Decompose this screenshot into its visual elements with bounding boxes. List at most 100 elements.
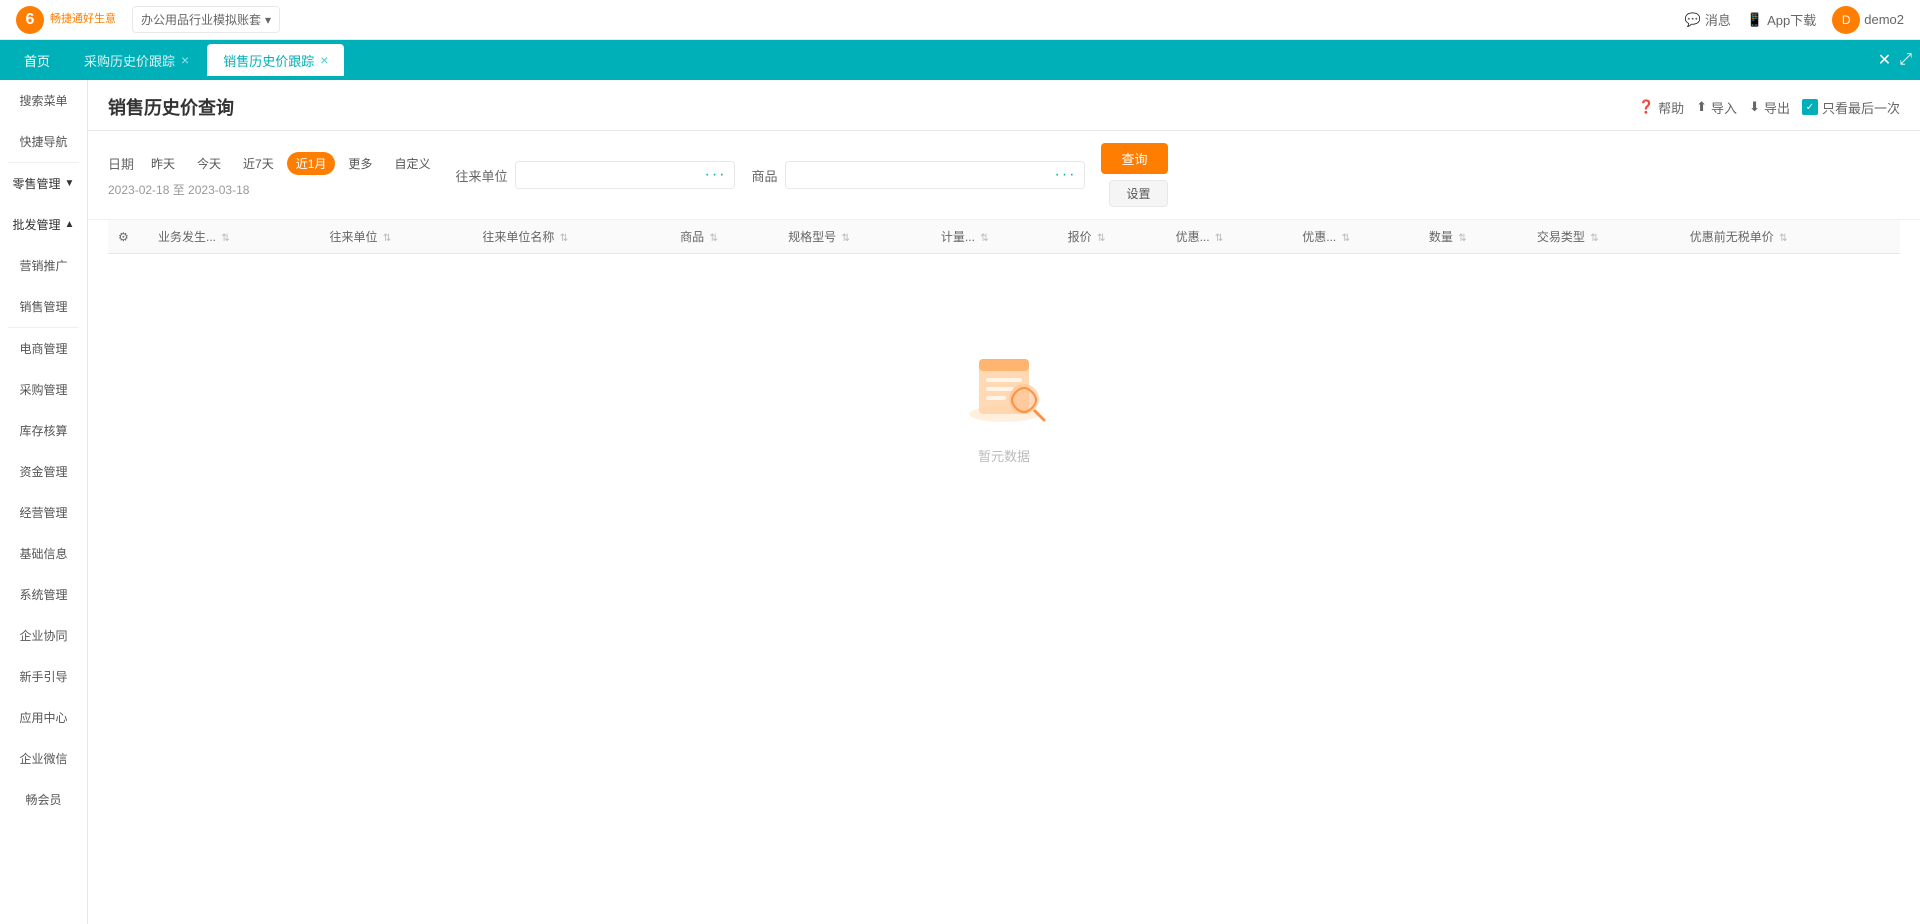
only-last-checkbox[interactable]: ✓ — [1802, 99, 1818, 115]
quick-nav-label: 快捷导航 — [19, 135, 67, 149]
product-label: 商品 — [751, 166, 777, 185]
sort-trade-type-icon[interactable]: ⇅ — [1590, 233, 1598, 244]
partner-code-label: 往来单位 — [330, 230, 378, 244]
date-filter-label: 日期 — [108, 154, 134, 173]
import-btn[interactable]: ⬆ 导入 — [1696, 98, 1737, 117]
unit-label: 计量... — [941, 230, 975, 244]
filter-bar: 日期 昨天 今天 近7天 近1月 更多 自定义 2023-02-18 至 202… — [88, 131, 1920, 220]
sidebar-item-inventory-audit[interactable]: 库存核算 — [0, 410, 87, 451]
custom-btn[interactable]: 自定义 — [385, 152, 439, 175]
filter-action-btns: 查询 设置 — [1101, 143, 1167, 207]
quote-price-label: 报价 — [1068, 230, 1092, 244]
top-bar-right: 💬 消息 📱 App下载 D demo2 — [1685, 6, 1904, 34]
export-btn[interactable]: ⬇ 导出 — [1749, 98, 1790, 117]
close-tab-sales-icon[interactable]: × — [320, 52, 328, 68]
sidebar-item-new-guide[interactable]: 新手引导 — [0, 656, 87, 697]
pretax-price-col-header[interactable]: 优惠前无税单价 ⇅ — [1680, 220, 1900, 254]
today-btn[interactable]: 今天 — [188, 152, 230, 175]
discount2-col-header[interactable]: 优惠... ⇅ — [1292, 220, 1419, 254]
last1month-btn[interactable]: 近1月 — [287, 152, 336, 175]
sidebar-item-wholesale-mgmt[interactable]: 批发管理 ▲ — [0, 204, 87, 245]
only-last-toggle[interactable]: ✓ 只看最后一次 — [1802, 98, 1900, 117]
partner-label: 往来单位 — [455, 166, 507, 185]
sidebar-item-operation-mgmt[interactable]: 经营管理 — [0, 492, 87, 533]
trade-type-col-header[interactable]: 交易类型 ⇅ — [1527, 220, 1680, 254]
sidebar-item-retail-mgmt[interactable]: 零售管理 ▼ — [0, 163, 87, 204]
sort-biz-date-icon[interactable]: ⇅ — [221, 233, 229, 244]
sidebar-item-enterprise-wechat[interactable]: 企业微信 — [0, 738, 87, 779]
sort-partner-name-icon[interactable]: ⇅ — [560, 233, 568, 244]
settings-col-header[interactable]: ⚙ — [108, 220, 148, 254]
settings-button[interactable]: 设置 — [1109, 180, 1167, 207]
close-tab-purchase-icon[interactable]: × — [181, 52, 189, 68]
qty-col-header[interactable]: 数量 ⇅ — [1419, 220, 1527, 254]
sort-product-icon[interactable]: ⇅ — [709, 233, 717, 244]
table-container: ⚙ 业务发生... ⇅ 往来单位 ⇅ 往来单位名称 ⇅ — [88, 220, 1920, 565]
chevron-up-wholesale-icon: ▲ — [65, 219, 75, 230]
close-all-tabs-icon[interactable]: ✕ — [1878, 50, 1891, 70]
main-layout: 搜索菜单 快捷导航 零售管理 ▼ 批发管理 ▲ 营销推广 销售管理 电商管理 采… — [0, 80, 1920, 924]
ecommerce-mgmt-label: 电商管理 — [19, 342, 67, 356]
chevron-down-retail-icon: ▼ — [65, 178, 75, 189]
biz-date-col-header[interactable]: 业务发生... ⇅ — [148, 220, 320, 254]
trade-type-label: 交易类型 — [1537, 230, 1585, 244]
partner-ellipsis-icon: ··· — [704, 166, 726, 184]
tab-sales-history[interactable]: 销售历史价跟踪 × — [207, 44, 344, 76]
sidebar-item-search-menu[interactable]: 搜索菜单 — [0, 80, 87, 121]
top-bar-left: 6 畅捷通好生意 办公用品行业模拟账套 ▾ — [16, 6, 280, 34]
message-btn[interactable]: 💬 消息 — [1685, 10, 1731, 29]
sidebar-item-ecommerce-mgmt[interactable]: 电商管理 — [0, 328, 87, 369]
maximize-icon[interactable]: ⤢ — [1899, 51, 1912, 69]
page-header: 销售历史价查询 ❓ 帮助 ⬆ 导入 ⬇ 导出 ✓ — [88, 80, 1920, 131]
sidebar-item-purchase-mgmt[interactable]: 采购管理 — [0, 369, 87, 410]
product-input[interactable]: ··· — [785, 161, 1085, 189]
data-table: ⚙ 业务发生... ⇅ 往来单位 ⇅ 往来单位名称 ⇅ — [108, 220, 1900, 254]
sort-pretax-price-icon[interactable]: ⇅ — [1779, 233, 1787, 244]
sidebar-item-enterprise-collab[interactable]: 企业协同 — [0, 615, 87, 656]
product-col-header[interactable]: 商品 ⇅ — [670, 220, 778, 254]
chevron-down-icon: ▾ — [265, 13, 271, 27]
sort-discount2-icon[interactable]: ⇅ — [1342, 233, 1350, 244]
enterprise-wechat-label: 企业微信 — [19, 752, 67, 766]
logo-icon: 6 — [16, 6, 44, 34]
empty-text-label: 暂元数据 — [978, 446, 1030, 465]
partner-code-col-header[interactable]: 往来单位 ⇅ — [320, 220, 473, 254]
company-selector[interactable]: 办公用品行业模拟账套 ▾ — [132, 6, 280, 33]
sidebar-item-marketing[interactable]: 营销推广 — [0, 245, 87, 286]
app-center-label: 应用中心 — [19, 711, 67, 725]
product-filter-group: 商品 ··· — [751, 161, 1085, 189]
sort-spec-icon[interactable]: ⇅ — [841, 233, 849, 244]
sort-quote-price-icon[interactable]: ⇅ — [1097, 233, 1105, 244]
last7days-btn[interactable]: 近7天 — [234, 152, 283, 175]
help-btn[interactable]: ❓ 帮助 — [1638, 98, 1684, 117]
sidebar-item-quick-nav[interactable]: 快捷导航 — [0, 121, 87, 162]
sidebar-item-member-card[interactable]: 畅会员 — [0, 779, 87, 820]
tab-purchase-history[interactable]: 采购历史价跟踪 × — [68, 44, 205, 76]
spec-col-header[interactable]: 规格型号 ⇅ — [778, 220, 931, 254]
wholesale-mgmt-label: 批发管理 — [13, 216, 61, 233]
sort-unit-icon[interactable]: ⇅ — [980, 233, 988, 244]
tab-home[interactable]: 首页 — [8, 44, 66, 76]
sort-discount1-icon[interactable]: ⇅ — [1215, 233, 1223, 244]
username-label: demo2 — [1864, 12, 1904, 27]
query-button[interactable]: 查询 — [1101, 143, 1167, 174]
search-menu-label: 搜索菜单 — [19, 94, 67, 108]
sidebar-item-system-mgmt[interactable]: 系统管理 — [0, 574, 87, 615]
sidebar-item-app-center[interactable]: 应用中心 — [0, 697, 87, 738]
unit-col-header[interactable]: 计量... ⇅ — [931, 220, 1058, 254]
partner-name-col-header[interactable]: 往来单位名称 ⇅ — [472, 220, 670, 254]
sort-partner-code-icon[interactable]: ⇅ — [383, 233, 391, 244]
more-btn[interactable]: 更多 — [339, 152, 381, 175]
app-download-btn[interactable]: 📱 App下载 — [1747, 10, 1816, 29]
sidebar-item-basic-info[interactable]: 基础信息 — [0, 533, 87, 574]
user-avatar[interactable]: D demo2 — [1832, 6, 1904, 34]
page-container: 销售历史价查询 ❓ 帮助 ⬆ 导入 ⬇ 导出 ✓ — [88, 80, 1920, 924]
yesterday-btn[interactable]: 昨天 — [142, 152, 184, 175]
message-label: 消息 — [1705, 10, 1731, 29]
sidebar-item-sales-mgmt[interactable]: 销售管理 — [0, 286, 87, 327]
sort-qty-icon[interactable]: ⇅ — [1458, 233, 1466, 244]
sidebar-item-finance-mgmt[interactable]: 资金管理 — [0, 451, 87, 492]
quote-price-col-header[interactable]: 报价 ⇅ — [1058, 220, 1166, 254]
discount1-col-header[interactable]: 优惠... ⇅ — [1166, 220, 1293, 254]
partner-input[interactable]: ··· — [515, 161, 735, 189]
